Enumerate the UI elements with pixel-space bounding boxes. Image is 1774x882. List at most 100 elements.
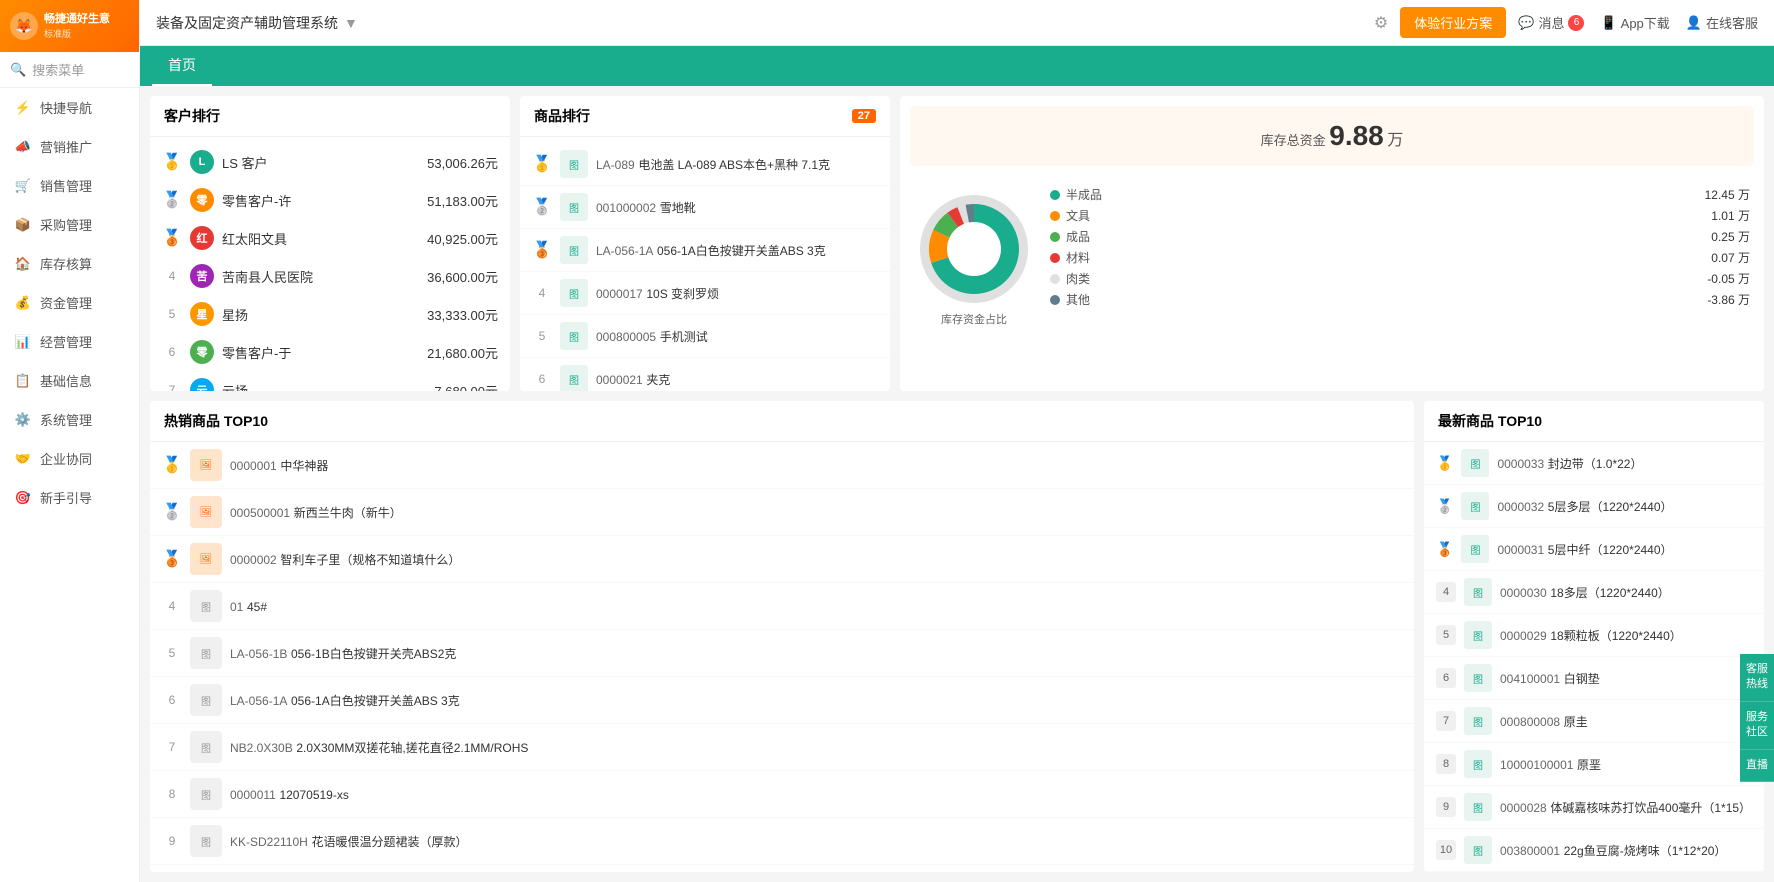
top-sold-item[interactable]: 5 图 000800005 手机测试 bbox=[520, 315, 890, 358]
online-service-button[interactable]: 👤 在线客服 bbox=[1686, 13, 1758, 32]
legend-value: 0.25 万 bbox=[1711, 228, 1750, 245]
sidebar-item-inventory[interactable]: 🏠 库存核算 bbox=[0, 244, 139, 283]
hot-product-item[interactable]: 8 图 0000011 12070519-xs bbox=[150, 771, 1414, 818]
notifications-button[interactable]: 💬 消息 6 bbox=[1518, 13, 1584, 32]
sidebar-item-system[interactable]: ⚙️ 系统管理 bbox=[0, 400, 139, 439]
new-product-item[interactable]: 10 图 003800001 22g鱼豆腐-烧烤味（1*12*20） bbox=[1424, 829, 1764, 872]
top-sold-item[interactable]: 🥈 图 001000002 雪地靴 bbox=[520, 186, 890, 229]
product-name: 45# bbox=[247, 600, 267, 614]
legend-label: 肉类 bbox=[1066, 270, 1701, 287]
new-product-item[interactable]: 8 图 10000100001 原垩 bbox=[1424, 743, 1764, 786]
inventory-icon: 🏠 bbox=[14, 255, 32, 273]
app-download-label: App下载 bbox=[1621, 13, 1670, 32]
customer-rank-item[interactable]: 🥈 零 零售客户-许 51,183.00元 bbox=[150, 181, 510, 219]
rank-medal-icon: 🥉 bbox=[162, 228, 182, 248]
top-sold-item[interactable]: 6 图 0000021 夹克 bbox=[520, 358, 890, 391]
customer-rank-item[interactable]: 6 零 零售客户-于 21,680.00元 bbox=[150, 333, 510, 371]
hot-product-item[interactable]: 7 图 NB2.0X30B 2.0X30MM双搓花轴,搓花直径2.1MM/ROH… bbox=[150, 724, 1414, 771]
top-sold-item[interactable]: 🥇 图 LA-089 电池盖 LA-089 ABS本色+黑种 7.1克 bbox=[520, 143, 890, 186]
tab-home[interactable]: 首页 bbox=[152, 46, 212, 86]
customer-rank-item[interactable]: 4 苦 苦南县人民医院 36,600.00元 bbox=[150, 257, 510, 295]
product-info: 0000030 18多层（1220*2440） bbox=[1500, 584, 1752, 601]
rank-medal-icon: 🥇 bbox=[1436, 455, 1453, 472]
basic-icon: 📋 bbox=[14, 372, 32, 390]
customer-rank-item[interactable]: 5 星 星扬 33,333.00元 bbox=[150, 295, 510, 333]
new-product-item[interactable]: 6 图 004100001 白钢垫 bbox=[1424, 657, 1764, 700]
sidebar-item-label: 基础信息 bbox=[40, 371, 92, 390]
sidebar-item-quick-nav[interactable]: ⚡ 快捷导航 bbox=[0, 88, 139, 127]
new-product-item[interactable]: 🥇 图 0000033 封边带（1.0*22） bbox=[1424, 442, 1764, 485]
sales-icon: 🛒 bbox=[14, 177, 32, 195]
sidebar-item-finance[interactable]: 💰 资金管理 bbox=[0, 283, 139, 322]
hot-product-item[interactable]: 🥈 🖼 000500001 新西兰牛肉（新牛） bbox=[150, 489, 1414, 536]
product-code: 0000001 bbox=[230, 459, 277, 473]
product-code: 0000032 bbox=[1497, 500, 1544, 514]
rank-medal-icon: 🥈 bbox=[162, 502, 182, 522]
product-name: 5层多层（1220*2440） bbox=[1548, 500, 1673, 514]
sidebar-item-sales[interactable]: 🛒 销售管理 bbox=[0, 166, 139, 205]
product-code: 0000021 bbox=[596, 373, 643, 387]
hot-product-item[interactable]: 🥇 🖼 0000001 中华神器 bbox=[150, 442, 1414, 489]
hot-product-item[interactable]: 6 图 LA-056-1A 056-1A白色按键开关盖ABS 3克 bbox=[150, 677, 1414, 724]
product-code: 003800001 bbox=[1500, 844, 1560, 858]
float-service-hotline[interactable]: 客服热线 bbox=[1740, 654, 1774, 702]
new-product-item[interactable]: 🥈 图 0000032 5层多层（1220*2440） bbox=[1424, 485, 1764, 528]
top-sold-item[interactable]: 4 图 0000017 10S 变刹罗烦 bbox=[520, 272, 890, 315]
sidebar-item-purchase[interactable]: 📦 采购管理 bbox=[0, 205, 139, 244]
avatar: 零 bbox=[190, 188, 214, 212]
app-download-button[interactable]: 📱 App下载 bbox=[1600, 13, 1669, 32]
sidebar-item-label: 营销推广 bbox=[40, 137, 92, 156]
notifications-badge: 6 bbox=[1568, 15, 1584, 31]
product-thumb: 图 bbox=[1464, 664, 1492, 692]
avatar: 云 bbox=[190, 378, 214, 391]
product-info: 000800008 原圭 bbox=[1500, 713, 1752, 730]
legend-label: 其他 bbox=[1066, 291, 1701, 308]
product-code: 000800005 bbox=[596, 330, 656, 344]
new-product-item[interactable]: 9 图 0000028 体碱嘉核味苏打饮品400毫升（1*15） bbox=[1424, 786, 1764, 829]
customer-name: 零售客户-许 bbox=[222, 191, 419, 210]
product-name: 手机测试 bbox=[660, 330, 708, 344]
search-label: 搜索菜单 bbox=[32, 60, 84, 79]
new-product-item[interactable]: 5 图 0000029 18颗粒板（1220*2440） bbox=[1424, 614, 1764, 657]
top-sold-item[interactable]: 🥉 图 LA-056-1A 056-1A白色按键开关盖ABS 3克 bbox=[520, 229, 890, 272]
sidebar-item-operations[interactable]: 📊 经营管理 bbox=[0, 322, 139, 361]
product-name: 中华神器 bbox=[280, 459, 328, 473]
product-image: 图 bbox=[190, 590, 222, 622]
product-name: 056-1B白色按键开关壳ABS2克 bbox=[291, 647, 456, 661]
brand-logo-icon: 🦊 bbox=[10, 12, 38, 40]
customer-rank-item[interactable]: 7 云 云扬 7,680.00元 bbox=[150, 371, 510, 391]
topbar-right: 💬 消息 6 📱 App下载 👤 在线客服 bbox=[1518, 13, 1758, 32]
new-product-item[interactable]: 4 图 0000030 18多层（1220*2440） bbox=[1424, 571, 1764, 614]
hot-product-item[interactable]: 4 图 01 45# bbox=[150, 583, 1414, 630]
try-plan-button[interactable]: 体验行业方案 bbox=[1400, 7, 1506, 38]
sidebar-item-label: 资金管理 bbox=[40, 293, 92, 312]
legend-item: 文具 1.01 万 bbox=[1050, 207, 1750, 224]
sidebar-item-basic[interactable]: 📋 基础信息 bbox=[0, 361, 139, 400]
settings-icon[interactable]: ⚙ bbox=[1374, 13, 1388, 33]
product-thumb: 图 bbox=[560, 365, 588, 391]
float-service-live[interactable]: 直播 bbox=[1740, 750, 1774, 782]
brand-badge: 标准版 bbox=[44, 27, 110, 40]
sidebar-item-enterprise[interactable]: 🤝 企业协同 bbox=[0, 439, 139, 478]
hot-products-title: 热销商品 TOP10 bbox=[164, 411, 268, 431]
product-name: 雪地靴 bbox=[660, 201, 696, 215]
sidebar-item-guide[interactable]: 🎯 新手引导 bbox=[0, 478, 139, 517]
hot-product-item[interactable]: 🥉 🖼 0000002 智利车子里（规格不知道填什么） bbox=[150, 536, 1414, 583]
customer-rank-item[interactable]: 🥇 L LS 客户 53,006.26元 bbox=[150, 143, 510, 181]
operations-icon: 📊 bbox=[14, 333, 32, 351]
dropdown-icon[interactable]: ▼ bbox=[344, 15, 358, 31]
marketing-icon: 📣 bbox=[14, 138, 32, 156]
sidebar-item-marketing[interactable]: 📣 营销推广 bbox=[0, 127, 139, 166]
new-product-item[interactable]: 7 图 000800008 原圭 bbox=[1424, 700, 1764, 743]
sidebar-search[interactable]: 🔍 搜索菜单 bbox=[0, 52, 139, 88]
hot-product-item[interactable]: 9 图 KK-SD22110H 花语暖偎温分题裙装（厚款） bbox=[150, 818, 1414, 865]
customer-amount: 53,006.26元 bbox=[427, 153, 498, 172]
product-image: 图 bbox=[190, 684, 222, 716]
float-service-community[interactable]: 服务社区 bbox=[1740, 702, 1774, 750]
hot-product-item[interactable]: 5 图 LA-056-1B 056-1B白色按键开关壳ABS2克 bbox=[150, 630, 1414, 677]
new-product-item[interactable]: 🥉 图 0000031 5层中纤（1220*2440） bbox=[1424, 528, 1764, 571]
rank-medal-icon: 🥉 bbox=[532, 240, 552, 260]
customer-rank-item[interactable]: 🥉 红 红太阳文具 40,925.00元 bbox=[150, 219, 510, 257]
product-code: 0000017 bbox=[596, 287, 643, 301]
inventory-label: 库存总资金 bbox=[1261, 133, 1326, 148]
